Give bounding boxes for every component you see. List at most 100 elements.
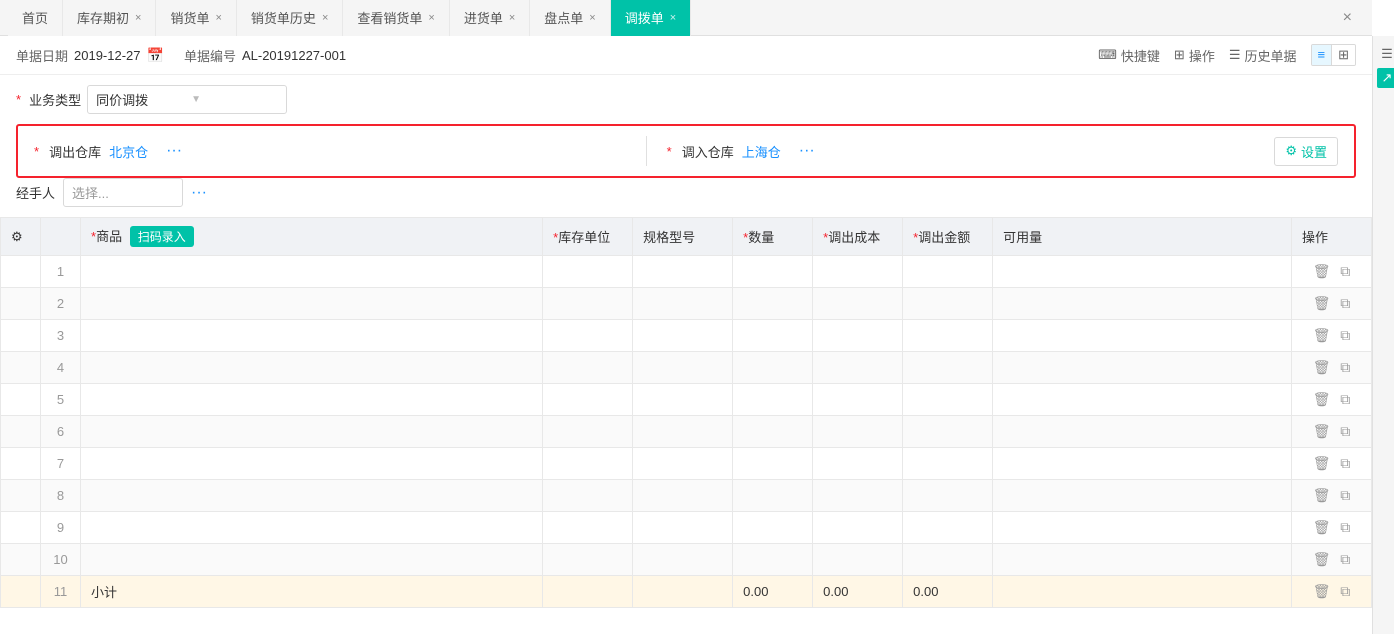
cost-cell[interactable] (813, 448, 903, 480)
spec-cell[interactable] (633, 256, 733, 288)
tab-close-stocktake[interactable]: × (589, 12, 595, 24)
tab-close-purchase-order[interactable]: × (509, 12, 515, 24)
spec-cell[interactable] (633, 544, 733, 576)
tab-transfer[interactable]: 调拨单× (611, 0, 691, 36)
cost-cell[interactable] (813, 384, 903, 416)
unit-cell[interactable] (543, 352, 633, 384)
delete-icon[interactable]: 🗑 (1313, 519, 1331, 535)
delete-icon[interactable]: 🗑 (1313, 487, 1331, 503)
product-cell[interactable] (81, 544, 543, 576)
spec-cell[interactable] (633, 288, 733, 320)
tab-purchase-order[interactable]: 进货单× (450, 0, 530, 36)
qty-cell[interactable] (733, 544, 813, 576)
amount-cell[interactable] (903, 512, 993, 544)
delete-icon[interactable]: 🗑 (1313, 455, 1331, 471)
copy-icon[interactable]: ⧉ (1340, 263, 1350, 279)
warehouse-out-dots[interactable]: ··· (166, 142, 182, 160)
spec-cell[interactable] (633, 320, 733, 352)
cost-cell[interactable] (813, 512, 903, 544)
warehouse-in-value[interactable]: 上海仓 (742, 142, 781, 161)
delete-icon[interactable]: 🗑 (1313, 359, 1331, 375)
qty-cell[interactable] (733, 480, 813, 512)
list-view-btn[interactable]: ≡ (1312, 45, 1333, 65)
tab-stocktake[interactable]: 盘点单× (530, 0, 610, 36)
copy-icon[interactable]: ⧉ (1340, 391, 1350, 407)
scan-button[interactable]: 扫码录入 (130, 226, 194, 247)
spec-cell[interactable] (633, 416, 733, 448)
date-value[interactable]: 2019-12-27 (74, 48, 141, 63)
cost-cell[interactable] (813, 480, 903, 512)
handler-select[interactable]: 选择... (63, 178, 183, 207)
amount-cell[interactable] (903, 544, 993, 576)
handler-dots[interactable]: ··· (191, 184, 207, 202)
amount-cell[interactable] (903, 384, 993, 416)
copy-icon[interactable]: ⧉ (1340, 487, 1350, 503)
tab-close-sales-history[interactable]: × (322, 12, 328, 24)
side-list-icon[interactable]: ☰ (1377, 44, 1394, 64)
tab-close-inventory-init[interactable]: × (135, 12, 141, 24)
close-all-icon[interactable]: × (1331, 9, 1364, 27)
spec-cell[interactable] (633, 512, 733, 544)
qty-cell[interactable] (733, 352, 813, 384)
delete-icon[interactable]: 🗑 (1313, 551, 1331, 567)
delete-icon[interactable]: 🗑 (1313, 423, 1331, 439)
amount-cell[interactable] (903, 352, 993, 384)
history-btn[interactable]: ☰ 历史单据 (1229, 46, 1297, 65)
warehouse-out-value[interactable]: 北京仓 (109, 142, 148, 161)
unit-cell[interactable] (543, 320, 633, 352)
shortcut-btn[interactable]: ⌨ 快捷键 (1098, 46, 1160, 65)
tab-inventory-init[interactable]: 库存期初× (63, 0, 156, 36)
product-cell[interactable] (81, 288, 543, 320)
tab-sales-history[interactable]: 销货单历史× (237, 0, 343, 36)
side-export-icon[interactable]: ↗ (1377, 68, 1394, 88)
business-type-select[interactable]: 同价调拨 ▼ (87, 85, 287, 114)
product-cell[interactable] (81, 512, 543, 544)
qty-cell[interactable] (733, 448, 813, 480)
delete-icon[interactable]: 🗑 (1313, 391, 1331, 407)
unit-cell[interactable] (543, 288, 633, 320)
copy-icon[interactable]: ⧉ (1340, 327, 1350, 343)
grid-view-btn[interactable]: ⊞ (1332, 45, 1355, 65)
product-cell[interactable] (81, 256, 543, 288)
copy-icon[interactable]: ⧉ (1340, 423, 1350, 439)
operation-btn[interactable]: ⊞ 操作 (1174, 46, 1215, 65)
settings-col-header[interactable]: ⚙ (1, 218, 41, 256)
qty-cell[interactable] (733, 256, 813, 288)
product-cell[interactable] (81, 448, 543, 480)
qty-cell[interactable] (733, 320, 813, 352)
product-cell[interactable] (81, 416, 543, 448)
product-cell[interactable] (81, 320, 543, 352)
warehouse-in-dots[interactable]: ··· (799, 142, 815, 160)
tab-close-view-sales[interactable]: × (428, 12, 434, 24)
cost-cell[interactable] (813, 416, 903, 448)
spec-cell[interactable] (633, 352, 733, 384)
copy-icon[interactable]: ⧉ (1340, 519, 1350, 535)
tab-sales-order[interactable]: 销货单× (156, 0, 236, 36)
amount-cell[interactable] (903, 288, 993, 320)
delete-icon[interactable]: 🗑 (1313, 327, 1331, 343)
unit-cell[interactable] (543, 544, 633, 576)
cost-cell[interactable] (813, 352, 903, 384)
cost-cell[interactable] (813, 544, 903, 576)
unit-cell[interactable] (543, 448, 633, 480)
settings-button[interactable]: ⚙ 设置 (1274, 137, 1338, 166)
delete-icon[interactable]: 🗑 (1313, 295, 1331, 311)
unit-cell[interactable] (543, 416, 633, 448)
copy-icon[interactable]: ⧉ (1340, 583, 1350, 599)
copy-icon[interactable]: ⧉ (1340, 551, 1350, 567)
delete-icon[interactable]: 🗑 (1313, 583, 1331, 599)
qty-cell[interactable] (733, 512, 813, 544)
cost-cell[interactable] (813, 320, 903, 352)
unit-cell[interactable] (543, 384, 633, 416)
unit-cell[interactable] (543, 512, 633, 544)
qty-cell[interactable] (733, 384, 813, 416)
amount-cell[interactable] (903, 448, 993, 480)
product-cell[interactable] (81, 352, 543, 384)
qty-cell[interactable] (733, 416, 813, 448)
product-cell[interactable] (81, 480, 543, 512)
copy-icon[interactable]: ⧉ (1340, 295, 1350, 311)
tab-close-transfer[interactable]: × (670, 12, 676, 24)
cost-cell[interactable] (813, 256, 903, 288)
amount-cell[interactable] (903, 320, 993, 352)
tab-home[interactable]: 首页 (8, 0, 63, 36)
